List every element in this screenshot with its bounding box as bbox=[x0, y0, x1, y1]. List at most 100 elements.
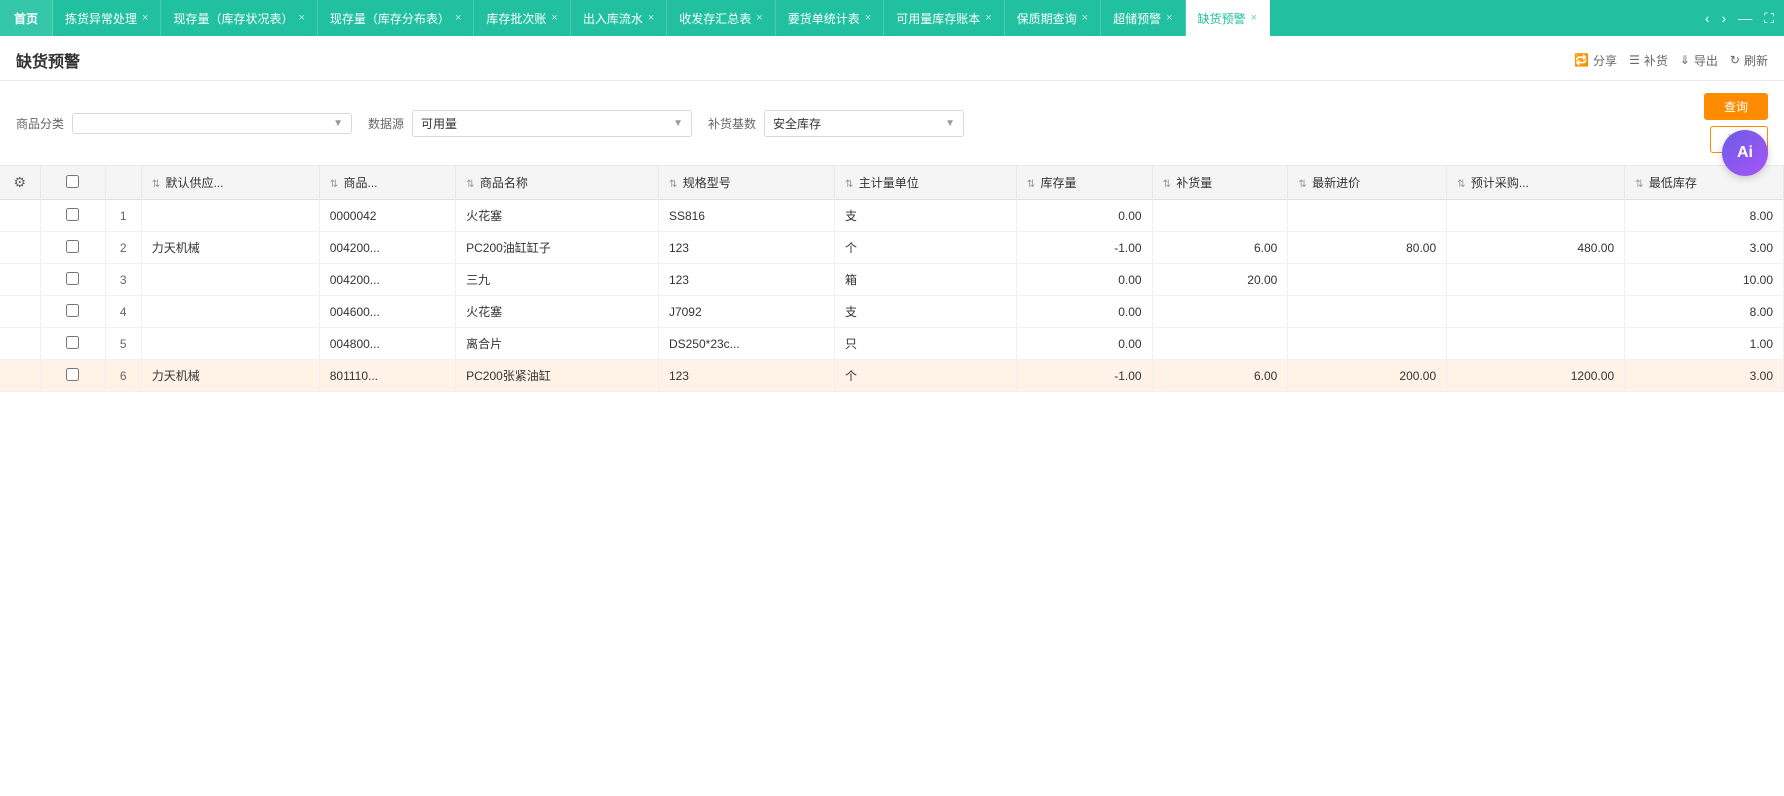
tab-item-overstock[interactable]: 超储预警× bbox=[1101, 0, 1185, 36]
tab-next-button[interactable]: › bbox=[1716, 8, 1733, 28]
header-actions: 🔁 分享 ☰ 补货 ⇓ 导出 ↻ 刷新 bbox=[1574, 52, 1768, 69]
tab-close-stockout[interactable]: × bbox=[1251, 12, 1257, 24]
tab-close-in-out-flow[interactable]: × bbox=[648, 12, 654, 24]
category-label: 商品分类 bbox=[16, 115, 64, 132]
sort-icon: ⇅ bbox=[669, 179, 677, 190]
gear-icon[interactable]: ⚙ bbox=[13, 174, 26, 190]
row-checkbox[interactable] bbox=[40, 232, 105, 264]
table-cell: PC200张紧油缸 bbox=[456, 360, 659, 392]
tab-close-exception[interactable]: × bbox=[142, 12, 148, 24]
column-product-code[interactable]: ⇅ 商品... bbox=[319, 166, 455, 200]
table-cell: 2 bbox=[105, 232, 141, 264]
tab-minimize-button[interactable]: — bbox=[1732, 8, 1758, 28]
table-cell: 80.00 bbox=[1288, 232, 1447, 264]
sort-icon: ⇅ bbox=[330, 179, 338, 190]
table-cell: 10.00 bbox=[1625, 264, 1784, 296]
table-cell: 8.00 bbox=[1625, 200, 1784, 232]
tab-close-overstock[interactable]: × bbox=[1166, 12, 1172, 24]
category-select[interactable]: ▼ bbox=[72, 113, 352, 134]
table-cell: 4 bbox=[105, 296, 141, 328]
datasource-label: 数据源 bbox=[368, 115, 404, 132]
table-cell: 6 bbox=[105, 360, 141, 392]
export-button[interactable]: ⇓ 导出 bbox=[1680, 52, 1718, 69]
export-icon: ⇓ bbox=[1680, 53, 1690, 67]
tab-item-home[interactable]: 首页 bbox=[0, 0, 53, 36]
tab-item-stockout[interactable]: 缺货预警× bbox=[1186, 0, 1270, 36]
table-cell: 004600... bbox=[319, 296, 455, 328]
tab-item-inventory-status[interactable]: 现存量（库存状况表）× bbox=[161, 0, 317, 36]
table-cell bbox=[0, 328, 40, 360]
replenish-base-label: 补货基数 bbox=[708, 115, 756, 132]
replenish-base-filter-group: 补货基数 安全库存 ▼ bbox=[708, 110, 964, 137]
tab-close-recv-summary[interactable]: × bbox=[756, 12, 762, 24]
table-cell: -1.00 bbox=[1016, 360, 1152, 392]
sort-icon: ⇅ bbox=[466, 179, 474, 190]
column-spec[interactable]: ⇅ 规格型号 bbox=[658, 166, 834, 200]
tab-item-recv-summary[interactable]: 收发存汇总表× bbox=[667, 0, 775, 36]
tab-maximize-button[interactable]: ⛶ bbox=[1758, 8, 1780, 29]
tab-item-demand-stat[interactable]: 要货单统计表× bbox=[776, 0, 884, 36]
table-cell: 0.00 bbox=[1016, 296, 1152, 328]
tab-close-inventory-dist[interactable]: × bbox=[455, 12, 461, 24]
table-cell bbox=[141, 200, 319, 232]
row-checkbox[interactable] bbox=[40, 328, 105, 360]
table-cell: 箱 bbox=[834, 264, 1016, 296]
row-checkbox[interactable] bbox=[40, 360, 105, 392]
tab-item-expiry-query[interactable]: 保质期查询× bbox=[1005, 0, 1101, 36]
tab-close-demand-stat[interactable]: × bbox=[865, 12, 871, 24]
column-default-supplier[interactable]: ⇅ 默认供应... bbox=[141, 166, 319, 200]
table-cell: 力天机械 bbox=[141, 360, 319, 392]
table-cell: 480.00 bbox=[1447, 232, 1625, 264]
replenish-base-chevron-icon: ▼ bbox=[945, 118, 955, 129]
share-button[interactable]: 🔁 分享 bbox=[1574, 52, 1617, 69]
column-settings[interactable]: ⚙ bbox=[0, 166, 40, 200]
table-cell: 1 bbox=[105, 200, 141, 232]
column-est-purchase[interactable]: ⇅ 预计采购... bbox=[1447, 166, 1625, 200]
row-checkbox[interactable] bbox=[40, 264, 105, 296]
tab-item-batch-account[interactable]: 库存批次账× bbox=[474, 0, 570, 36]
column-latest-price[interactable]: ⇅ 最新进价 bbox=[1288, 166, 1447, 200]
tab-item-inventory-dist[interactable]: 现存量（库存分布表）× bbox=[318, 0, 474, 36]
table-cell: 0.00 bbox=[1016, 328, 1152, 360]
column-product-name[interactable]: ⇅ 商品名称 bbox=[456, 166, 659, 200]
replenish-button[interactable]: ☰ 补货 bbox=[1629, 52, 1668, 69]
table-cell: 3.00 bbox=[1625, 232, 1784, 264]
sort-icon: ⇅ bbox=[1298, 179, 1306, 190]
table-cell: 1200.00 bbox=[1447, 360, 1625, 392]
tab-close-batch-account[interactable]: × bbox=[551, 12, 557, 24]
column-unit[interactable]: ⇅ 主计量单位 bbox=[834, 166, 1016, 200]
column-min-stock[interactable]: ⇅ 最低库存 bbox=[1625, 166, 1784, 200]
page-title: 缺货预警 bbox=[16, 48, 80, 72]
table-cell: 6.00 bbox=[1152, 360, 1288, 392]
datasource-select[interactable]: 可用量 ▼ bbox=[412, 110, 692, 137]
table-row: 6力天机械801110...PC200张紧油缸123个-1.006.00200.… bbox=[0, 360, 1784, 392]
replenish-base-select[interactable]: 安全库存 ▼ bbox=[764, 110, 964, 137]
table-cell bbox=[1288, 328, 1447, 360]
tab-item-in-out-flow[interactable]: 出入库流水× bbox=[571, 0, 667, 36]
query-button[interactable]: 查询 bbox=[1704, 93, 1768, 120]
tab-item-available-ledger[interactable]: 可用量库存账本× bbox=[884, 0, 1004, 36]
select-all-checkbox[interactable] bbox=[66, 175, 79, 188]
table-cell: 123 bbox=[658, 232, 834, 264]
tab-close-available-ledger[interactable]: × bbox=[985, 12, 991, 24]
table-cell: 3 bbox=[105, 264, 141, 296]
sort-icon: ⇅ bbox=[1457, 179, 1465, 190]
table-cell: 004200... bbox=[319, 232, 455, 264]
refresh-button[interactable]: ↻ 刷新 bbox=[1730, 52, 1768, 69]
tab-item-exception[interactable]: 拣货异常处理× bbox=[53, 0, 161, 36]
table-cell: 20.00 bbox=[1152, 264, 1288, 296]
column-stock-qty[interactable]: ⇅ 库存量 bbox=[1016, 166, 1152, 200]
row-checkbox[interactable] bbox=[40, 296, 105, 328]
column-replenish-qty[interactable]: ⇅ 补货量 bbox=[1152, 166, 1288, 200]
tab-close-inventory-status[interactable]: × bbox=[298, 12, 304, 24]
ai-assistant-button[interactable]: Ai bbox=[1722, 130, 1768, 176]
sort-icon: ⇅ bbox=[1027, 179, 1035, 190]
table-cell: 801110... bbox=[319, 360, 455, 392]
tab-close-expiry-query[interactable]: × bbox=[1082, 12, 1088, 24]
table-cell: 三九 bbox=[456, 264, 659, 296]
row-checkbox[interactable] bbox=[40, 200, 105, 232]
table-cell bbox=[1447, 328, 1625, 360]
table-row: 10000042火花塞SS816支0.008.00 bbox=[0, 200, 1784, 232]
tab-prev-button[interactable]: ‹ bbox=[1699, 8, 1716, 28]
table-cell: 火花塞 bbox=[456, 200, 659, 232]
